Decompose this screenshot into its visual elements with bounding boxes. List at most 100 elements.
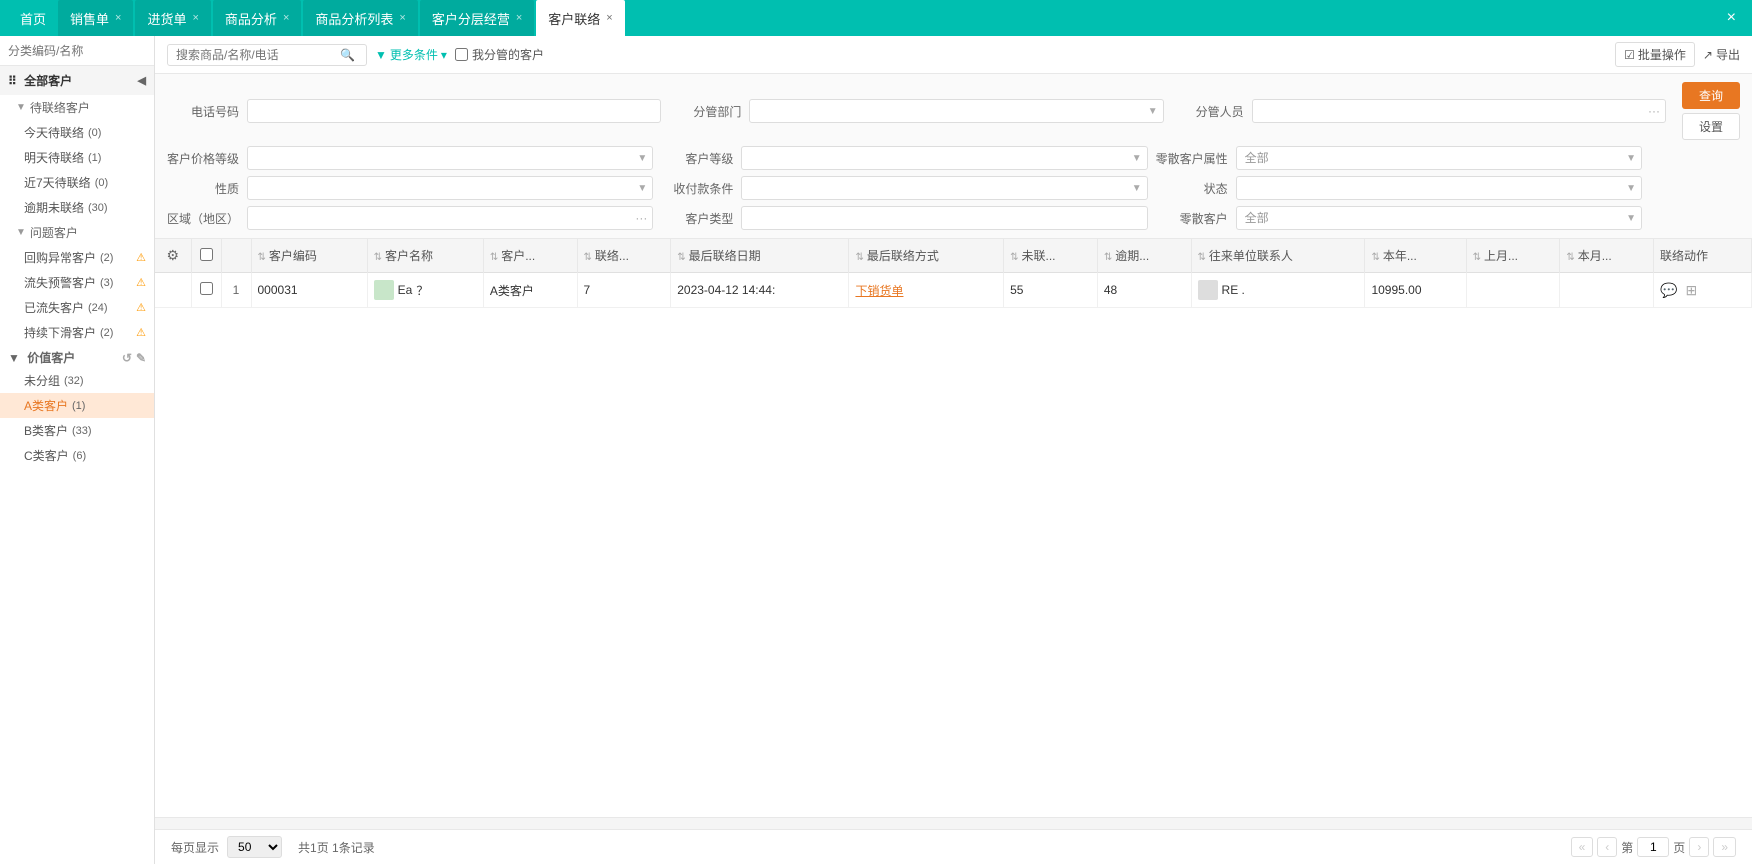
price-level-select[interactable] — [247, 146, 653, 170]
edit-icon[interactable]: ✎ — [136, 351, 146, 365]
dept-select[interactable] — [749, 99, 1163, 123]
col-contact[interactable]: ⇅联络... — [577, 239, 671, 273]
col-company-contact[interactable]: ⇅往来单位联系人 — [1191, 239, 1365, 273]
export-button[interactable]: ↗ 导出 — [1703, 46, 1740, 63]
row-last-method-cell: 下销货单 — [849, 273, 1004, 308]
pending-group-header[interactable]: ▼ 待联络客户 — [0, 95, 154, 120]
sidebar-item-today[interactable]: 今天待联络 (0) — [0, 120, 154, 145]
tab-sales[interactable]: 销售单 × — [58, 0, 133, 36]
col-this-year[interactable]: ⇅本年... — [1365, 239, 1466, 273]
close-purchase-tab[interactable]: × — [192, 12, 198, 24]
col-this-month[interactable]: ⇅本月... — [1560, 239, 1654, 273]
col-rownum — [221, 239, 251, 273]
tab-purchase[interactable]: 进货单 × — [135, 0, 210, 36]
tab-product-analysis[interactable]: 商品分析 × — [213, 0, 301, 36]
scatter-attr-select[interactable]: 全部 — [1236, 146, 1642, 170]
region-input[interactable] — [247, 206, 653, 230]
col-name[interactable]: ⇅客户名称 — [367, 239, 483, 273]
sidebar-item-b-class[interactable]: B类客户 (33) — [0, 418, 154, 443]
status-select[interactable] — [1236, 176, 1642, 200]
prev-page-btn[interactable]: ‹ — [1597, 837, 1617, 857]
filter-search-icon[interactable]: 🔍 — [340, 48, 355, 62]
filter-search-input[interactable] — [176, 48, 336, 62]
all-customers-header[interactable]: ⠿ 全部客户 ◀ — [0, 66, 154, 95]
col-code[interactable]: ⇅客户编码 — [251, 239, 367, 273]
filter-bar: 🔍 ▼ 更多条件 ▾ 我分管的客户 ☑ 批量操作 ↗ 导出 — [155, 36, 1752, 74]
customer-type-input[interactable] — [741, 206, 1147, 230]
col-overdue[interactable]: ⇅逾期... — [1097, 239, 1191, 273]
warn-icon-churn: ⚠ — [136, 276, 146, 289]
close-customer-contact-tab[interactable]: × — [606, 12, 612, 24]
col-gear[interactable]: ⚙ — [155, 239, 191, 273]
customer-name-text[interactable]: Ea — [398, 283, 413, 297]
sidebar-item-ungroup[interactable]: 未分组 (32) — [0, 368, 154, 393]
row-checkbox[interactable] — [200, 282, 213, 295]
next-page-btn[interactable]: › — [1689, 837, 1709, 857]
refresh-icon[interactable]: ↺ — [122, 351, 132, 365]
my-customers-checkbox[interactable] — [455, 48, 468, 61]
sidebar-item-repurchase-info: 回购异常客户 (2) — [24, 249, 113, 266]
sidebar-item-churn-warning[interactable]: 流失预警客户 (3) ⚠ — [0, 270, 154, 295]
tab-customer-segment[interactable]: 客户分层经营 × — [420, 0, 534, 36]
batch-op-button[interactable]: ☑ 批量操作 — [1615, 42, 1695, 67]
sidebar-item-week[interactable]: 近7天待联络 (0) — [0, 170, 154, 195]
customer-level-select[interactable] — [741, 146, 1147, 170]
more-conditions-btn[interactable]: ▼ 更多条件 ▾ — [375, 46, 447, 63]
sidebar-search-input[interactable] — [8, 44, 155, 58]
close-sales-tab[interactable]: × — [115, 12, 121, 24]
tab-sales-label: 销售单 — [70, 9, 109, 28]
col-uncontacted[interactable]: ⇅未联... — [1004, 239, 1098, 273]
tab-product-analysis-list[interactable]: 商品分析列表 × — [303, 0, 417, 36]
payment-select[interactable] — [741, 176, 1147, 200]
col-last-month[interactable]: ⇅上月... — [1466, 239, 1560, 273]
sidebar-item-tomorrow[interactable]: 明天待联络 (1) — [0, 145, 154, 170]
tab-product-analysis-label: 商品分析 — [225, 9, 277, 28]
last-method-link[interactable]: 下销货单 — [855, 284, 903, 298]
tab-customer-contact[interactable]: 客户联络 × — [536, 0, 624, 36]
my-customers-filter[interactable]: 我分管的客户 — [455, 46, 544, 63]
table-gear-icon[interactable]: ⚙ — [166, 247, 179, 263]
tab-home[interactable]: 首页 — [8, 0, 58, 36]
sidebar-item-c-class[interactable]: C类客户 (6) — [0, 443, 154, 468]
sort-icon-code: ⇅ — [258, 252, 266, 263]
scatter-wrap: 全部 ▼ — [1236, 206, 1642, 230]
payment-wrap: ▼ — [741, 176, 1147, 200]
setting-button[interactable]: 设置 — [1682, 113, 1740, 140]
export-icon: ↗ — [1703, 48, 1713, 62]
problem-group-header[interactable]: ▼ 问题客户 — [0, 220, 154, 245]
batch-op-icon: ☑ — [1624, 48, 1635, 62]
nature-label: 性质 — [167, 180, 247, 197]
close-product-analysis-tab[interactable]: × — [283, 12, 289, 24]
col-type[interactable]: ⇅客户... — [483, 239, 577, 273]
status-wrap: ▼ — [1236, 176, 1642, 200]
manager-label: 分管人员 — [1172, 103, 1252, 120]
page-number-input[interactable] — [1637, 837, 1669, 857]
sidebar-item-churned[interactable]: 已流失客户 (24) ⚠ — [0, 295, 154, 320]
select-all-checkbox[interactable] — [200, 248, 213, 261]
phone-input[interactable] — [247, 99, 661, 123]
close-customer-segment-tab[interactable]: × — [516, 12, 522, 24]
manager-input[interactable] — [1252, 99, 1666, 123]
close-all-tabs[interactable]: × — [1719, 9, 1744, 27]
col-last-date[interactable]: ⇅最后联络日期 — [671, 239, 849, 273]
sidebar-collapse-icon[interactable]: ◀ — [138, 74, 146, 87]
chat-action-icon[interactable]: 💬 — [1660, 282, 1677, 299]
scatter-select[interactable]: 全部 — [1236, 206, 1642, 230]
col-last-method[interactable]: ⇅最后联络方式 — [849, 239, 1004, 273]
col-checkbox — [191, 239, 221, 273]
tab-purchase-label: 进货单 — [147, 9, 186, 28]
sidebar-item-declining[interactable]: 持续下滑客户 (2) ⚠ — [0, 320, 154, 345]
last-page-btn[interactable]: » — [1713, 837, 1736, 857]
sidebar-item-overdue[interactable]: 逾期未联络 (30) — [0, 195, 154, 220]
nature-select[interactable] — [247, 176, 653, 200]
phone-label: 电话号码 — [167, 103, 247, 120]
table-horizontal-scrollbar[interactable] — [155, 817, 1752, 829]
query-button[interactable]: 查询 — [1682, 82, 1740, 109]
sidebar-search-area: 🔍 — [0, 36, 154, 66]
sidebar-item-a-class[interactable]: A类客户 (1) — [0, 393, 154, 418]
sidebar-item-repurchase[interactable]: 回购异常客户 (2) ⚠ — [0, 245, 154, 270]
first-page-btn[interactable]: « — [1571, 837, 1594, 857]
close-product-analysis-list-tab[interactable]: × — [399, 12, 405, 24]
grid-action-icon[interactable]: ⊞ — [1685, 282, 1697, 299]
per-page-select[interactable]: 50 100 — [227, 836, 282, 858]
